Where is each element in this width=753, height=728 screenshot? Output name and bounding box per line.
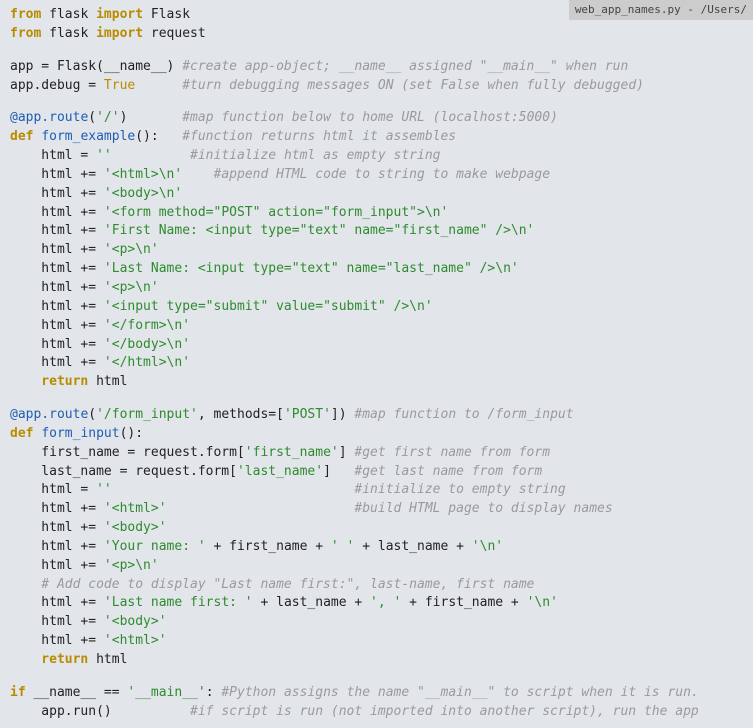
code-line: # Add code to display "Last name first:"…: [10, 576, 743, 595]
code-line: def form_input():: [10, 425, 743, 444]
code-line: @app.route('/form_input', methods=['POST…: [10, 406, 743, 425]
code-line: [10, 670, 743, 684]
code-line: html += '<p>\n': [10, 279, 743, 298]
code-line: html += 'Last name first: ' + last_name …: [10, 594, 743, 613]
code-line: [10, 95, 743, 109]
code-block: from flask import Flaskfrom flask import…: [0, 0, 753, 728]
code-line: app.debug = True #turn debugging message…: [10, 77, 743, 96]
code-line: html += '</body>\n': [10, 336, 743, 355]
code-line: [10, 392, 743, 406]
code-line: html += '<p>\n': [10, 557, 743, 576]
window-title: web_app_names.py - /Users/: [569, 0, 753, 20]
code-line: html += 'Your name: ' + first_name + ' '…: [10, 538, 743, 557]
code-line: html += '<html>' #build HTML page to dis…: [10, 500, 743, 519]
code-line: first_name = request.form['first_name'] …: [10, 444, 743, 463]
code-line: html += '<form method="POST" action="for…: [10, 204, 743, 223]
code-line: html += '<input type="submit" value="sub…: [10, 298, 743, 317]
code-line: last_name = request.form['last_name'] #g…: [10, 463, 743, 482]
code-line: html = '' #initialize html as empty stri…: [10, 147, 743, 166]
code-line: html += '<html>': [10, 632, 743, 651]
code-line: from flask import request: [10, 25, 743, 44]
code-line: html += '</form>\n': [10, 317, 743, 336]
code-line: html += 'First Name: <input type="text" …: [10, 222, 743, 241]
code-line: [10, 44, 743, 58]
code-line: html = '' #initialize to empty string: [10, 481, 743, 500]
code-line: html += '<body>': [10, 519, 743, 538]
code-line: html += '<p>\n': [10, 241, 743, 260]
code-line: html += '<body>': [10, 613, 743, 632]
code-line: app.run() #if script is run (not importe…: [10, 703, 743, 722]
code-line: return html: [10, 373, 743, 392]
code-line: html += '<body>\n': [10, 185, 743, 204]
code-line: app = Flask(__name__) #create app-object…: [10, 58, 743, 77]
code-line: def form_example(): #function returns ht…: [10, 128, 743, 147]
code-line: html += '<html>\n' #append HTML code to …: [10, 166, 743, 185]
code-line: @app.route('/') #map function below to h…: [10, 109, 743, 128]
code-line: return html: [10, 651, 743, 670]
code-line: html += '</html>\n': [10, 354, 743, 373]
code-line: html += 'Last Name: <input type="text" n…: [10, 260, 743, 279]
